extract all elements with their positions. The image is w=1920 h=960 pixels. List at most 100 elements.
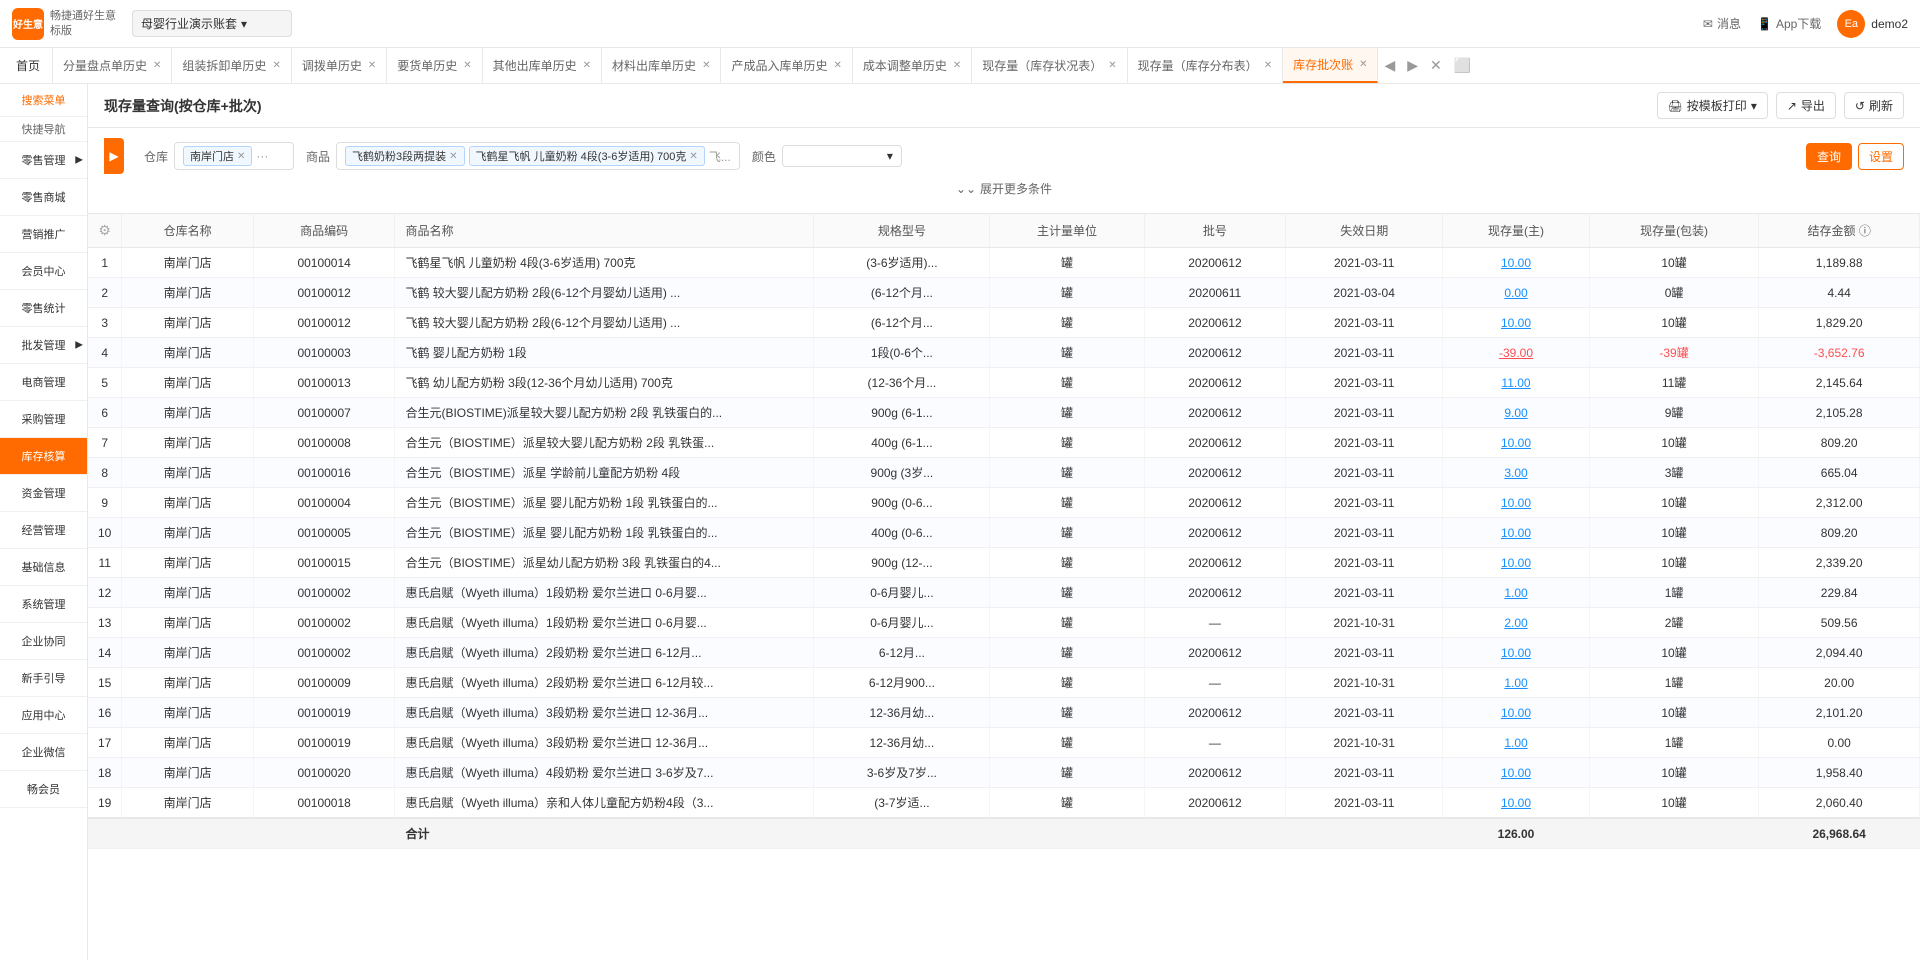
sidebar-item-system[interactable]: 系统管理 [0, 586, 87, 623]
tab-close-btn[interactable]: ✕ [1424, 57, 1448, 74]
row-qty-main[interactable]: 3.00 [1443, 458, 1590, 488]
more-dots[interactable]: 飞... [709, 148, 731, 165]
row-name: 飞鹤星飞帆 儿童奶粉 4段(3-6岁适用) 700克 [395, 248, 814, 278]
row-spec: 400g (0-6... [814, 518, 990, 548]
sidebar-item-wholesale[interactable]: 批发管理 ▶ [0, 327, 87, 364]
tab-menu-btn[interactable]: ⬜ [1448, 57, 1477, 74]
sidebar-item-apps[interactable]: 应用中心 [0, 697, 87, 734]
sidebar-item-purchase[interactable]: 采购管理 [0, 401, 87, 438]
row-qty-main[interactable]: 10.00 [1443, 758, 1590, 788]
expand-more-btn[interactable]: ⌄⌄ 展开更多条件 [104, 174, 1904, 203]
sidebar-item-collab[interactable]: 企业协同 [0, 623, 87, 660]
sidebar-item-member[interactable]: 会员中心 [0, 253, 87, 290]
tab-yaohuo[interactable]: 要货单历史✕ [387, 48, 482, 83]
sidebar-item-inventory[interactable]: 库存核算 [0, 438, 87, 475]
close-icon[interactable]: ✕ [1359, 59, 1367, 70]
tab-kucun-batch[interactable]: 库存批次账✕ [1283, 48, 1378, 83]
sidebar-nav[interactable]: 快捷导航 [0, 117, 87, 142]
settings-btn[interactable]: 设置 [1858, 143, 1904, 170]
close-icon[interactable]: ✕ [1264, 60, 1272, 71]
color-filter-box[interactable]: ▾ [782, 145, 902, 167]
tab-prev-btn[interactable]: ◀ [1378, 57, 1401, 74]
row-batch: 20200611 [1144, 278, 1286, 308]
close-icon[interactable]: ✕ [153, 60, 161, 71]
sidebar-item-basic[interactable]: 基础信息 [0, 549, 87, 586]
tab-fenpan[interactable]: 分量盘点单历史✕ [53, 48, 172, 83]
remove-tag-icon[interactable]: ✕ [449, 151, 457, 162]
row-warehouse: 南岸门店 [122, 488, 253, 518]
tab-chanpin[interactable]: 产成品入库单历史✕ [721, 48, 852, 83]
sidebar-item-retail-mgmt[interactable]: 零售管理 ▶ [0, 142, 87, 179]
remove-tag-icon[interactable]: ✕ [237, 151, 245, 162]
message-btn[interactable]: ✉ 消息 [1703, 15, 1741, 32]
row-no: 12 [88, 578, 122, 608]
row-qty-pkg: 10罐 [1589, 518, 1759, 548]
row-qty-main[interactable]: 10.00 [1443, 548, 1590, 578]
sidebar-item-ecommerce[interactable]: 电商管理 [0, 364, 87, 401]
row-qty-main[interactable]: 10.00 [1443, 698, 1590, 728]
app-download-btn[interactable]: 📱 App下载 [1757, 15, 1821, 32]
close-icon[interactable]: ✕ [583, 60, 591, 71]
sidebar-item-retail-stats[interactable]: 零售统计 [0, 290, 87, 327]
close-icon[interactable]: ✕ [1108, 60, 1116, 71]
query-btn[interactable]: 查询 [1806, 143, 1852, 170]
tab-xiancun-status[interactable]: 现存量（库存状况表）✕ [972, 48, 1127, 83]
row-name: 惠氏启赋（Wyeth illuma）3段奶粉 爱尔兰进口 12-36月... [395, 698, 814, 728]
user-area[interactable]: Ea demo2 [1837, 10, 1908, 38]
settings-icon[interactable]: ⚙ [98, 222, 111, 238]
row-qty-main[interactable]: 10.00 [1443, 638, 1590, 668]
sidebar-item-retail-mall[interactable]: 零售商城 [0, 179, 87, 216]
tab-diaobo[interactable]: 调拨单历史✕ [292, 48, 387, 83]
row-qty-main[interactable]: 1.00 [1443, 668, 1590, 698]
row-qty-main[interactable]: 10.00 [1443, 488, 1590, 518]
tab-chengben[interactable]: 成本调整单历史✕ [853, 48, 972, 83]
row-qty-main[interactable]: 0.00 [1443, 278, 1590, 308]
close-icon[interactable]: ✕ [833, 60, 841, 71]
row-batch: 20200612 [1144, 308, 1286, 338]
export-btn[interactable]: ↗ 导出 [1776, 92, 1836, 119]
sidebar-item-weixin[interactable]: 企业微信 [0, 734, 87, 771]
sidebar-item-finance[interactable]: 资金管理 [0, 475, 87, 512]
row-qty-main[interactable]: 11.00 [1443, 368, 1590, 398]
close-icon[interactable]: ✕ [368, 60, 376, 71]
row-qty-main[interactable]: 10.00 [1443, 518, 1590, 548]
col-settings[interactable]: ⚙ [88, 214, 122, 248]
row-qty-main[interactable]: 10.00 [1443, 788, 1590, 819]
row-qty-main[interactable]: -39.00 [1443, 338, 1590, 368]
sidebar-item-marketing[interactable]: 营销推广 [0, 216, 87, 253]
refresh-btn[interactable]: ↺ 刷新 [1844, 92, 1904, 119]
close-icon[interactable]: ✕ [702, 60, 710, 71]
close-icon[interactable]: ✕ [953, 60, 961, 71]
row-qty-pkg: 10罐 [1589, 548, 1759, 578]
org-selector[interactable]: 母婴行业演示账套 ▾ [132, 10, 292, 37]
row-qty-main[interactable]: 9.00 [1443, 398, 1590, 428]
product-tag-box[interactable]: 飞鹤奶粉3段两提装 ✕ 飞鹤星飞帆 儿童奶粉 4段(3-6岁适用) 700克 ✕… [336, 142, 740, 170]
close-icon[interactable]: ✕ [463, 60, 471, 71]
warehouse-tag-box[interactable]: 南岸门店 ✕ ··· [174, 142, 294, 170]
tab-zuzhuan[interactable]: 组装拆卸单历史✕ [172, 48, 291, 83]
row-code: 00100003 [253, 338, 395, 368]
row-qty-main[interactable]: 10.00 [1443, 428, 1590, 458]
row-no: 8 [88, 458, 122, 488]
row-qty-main[interactable]: 2.00 [1443, 608, 1590, 638]
close-icon[interactable]: ✕ [272, 60, 280, 71]
print-btn[interactable]: 🖨 按模板打印 ▾ [1657, 92, 1768, 119]
sidebar-item-ops[interactable]: 经营管理 [0, 512, 87, 549]
row-qty-main[interactable]: 10.00 [1443, 308, 1590, 338]
tab-cailiao[interactable]: 材料出库单历史✕ [602, 48, 721, 83]
remove-tag-icon[interactable]: ✕ [689, 151, 697, 162]
row-qty-main[interactable]: 10.00 [1443, 248, 1590, 278]
row-unit: 罐 [990, 698, 1144, 728]
row-batch: 20200612 [1144, 488, 1286, 518]
tab-home[interactable]: 首页 [4, 48, 53, 83]
row-qty-main[interactable]: 1.00 [1443, 578, 1590, 608]
row-qty-main[interactable]: 1.00 [1443, 728, 1590, 758]
tab-xiancun-dist[interactable]: 现存量（库存分布表）✕ [1128, 48, 1283, 83]
sidebar-item-guide[interactable]: 新手引导 [0, 660, 87, 697]
tab-next-btn[interactable]: ▶ [1401, 57, 1424, 74]
sidebar-search[interactable]: 搜索菜单 [0, 84, 87, 117]
tab-chuku[interactable]: 其他出库单历史✕ [483, 48, 602, 83]
filter-expand-arrow[interactable]: ▶ [104, 138, 124, 174]
sidebar-item-vip[interactable]: 畅会员 [0, 771, 87, 808]
more-dots[interactable]: ··· [256, 149, 268, 163]
